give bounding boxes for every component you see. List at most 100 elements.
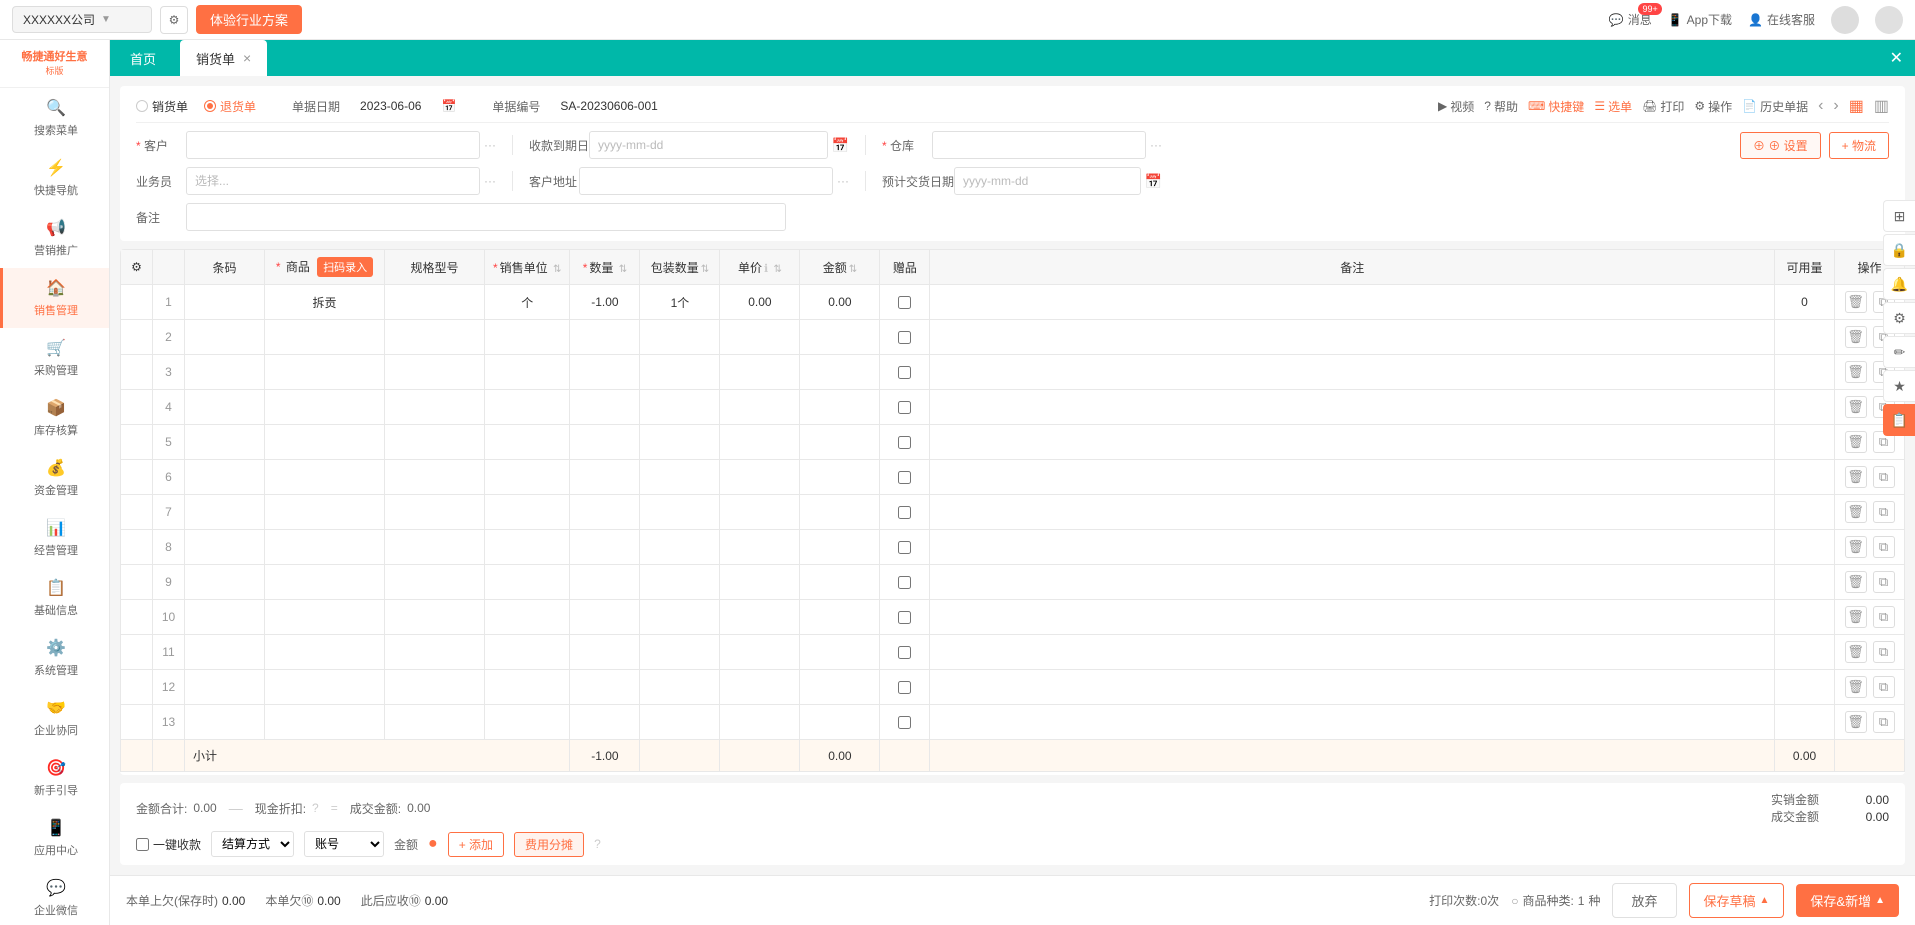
th-gear[interactable]: ⚙ bbox=[121, 250, 153, 285]
delete-row-btn[interactable]: 🗑 bbox=[1845, 536, 1867, 558]
message-button[interactable]: 💬 消息 99+ bbox=[1609, 11, 1652, 28]
customer-addr-input[interactable] bbox=[579, 167, 833, 195]
customer-input[interactable] bbox=[186, 131, 480, 159]
date-calendar-icon[interactable]: 📅 bbox=[441, 99, 456, 113]
trial-plan-button[interactable]: 体验行业方案 bbox=[196, 5, 302, 34]
settlement-select[interactable]: 结算方式 bbox=[211, 831, 294, 857]
sidebar-item-search[interactable]: 🔍 搜索菜单 bbox=[0, 88, 109, 148]
delete-row-btn[interactable]: 🗑 bbox=[1845, 676, 1867, 698]
grid-view-2-btn[interactable]: ▥ bbox=[1874, 96, 1889, 116]
td-gift-1[interactable] bbox=[880, 285, 930, 320]
td-remark-1[interactable] bbox=[930, 285, 1775, 320]
expected-date-calendar-icon[interactable]: 📅 bbox=[1145, 173, 1162, 190]
online-support-button[interactable]: 👤 在线客服 bbox=[1748, 11, 1815, 28]
settings-button[interactable]: ⊕ ⊕ 设置 bbox=[1740, 132, 1821, 159]
float-btn-1[interactable]: ⊞ bbox=[1883, 200, 1915, 232]
copy-row-btn[interactable]: ⧉ bbox=[1873, 676, 1895, 698]
cash-discount-help[interactable]: ? bbox=[312, 801, 319, 815]
copy-row-btn[interactable]: ⧉ bbox=[1873, 466, 1895, 488]
sidebar-item-operations[interactable]: 📊 经营管理 bbox=[0, 508, 109, 568]
td-pkg-1[interactable]: 1个 bbox=[640, 285, 720, 320]
save-draft-button[interactable]: 保存草稿 ▲ bbox=[1689, 883, 1785, 918]
td-unit-1[interactable]: 个 bbox=[485, 285, 570, 320]
sidebar-item-quick-nav[interactable]: ⚡ 快捷导航 bbox=[0, 148, 109, 208]
app-download-button[interactable]: 📱 App下载 bbox=[1668, 11, 1732, 28]
th-qty-sort[interactable]: ⇅ bbox=[619, 264, 627, 275]
radio-return-order[interactable]: 退货单 bbox=[204, 98, 256, 115]
warehouse-input[interactable]: 建材仓 bbox=[932, 131, 1146, 159]
float-btn-5[interactable]: ✏ bbox=[1883, 336, 1915, 368]
one-click-pay-check[interactable] bbox=[136, 838, 149, 851]
delete-row-btn[interactable]: 🗑 bbox=[1845, 606, 1867, 628]
tab-close-icon[interactable]: × bbox=[243, 51, 251, 65]
shortcut-action[interactable]: ⌨ 快捷键 bbox=[1528, 98, 1584, 115]
delete-row-btn[interactable]: 🗑 bbox=[1845, 396, 1867, 418]
sidebar-item-cooperation[interactable]: 🤝 企业协同 bbox=[0, 688, 109, 748]
copy-row-btn[interactable]: ⧉ bbox=[1873, 606, 1895, 628]
help-action[interactable]: ? 帮助 bbox=[1484, 98, 1518, 115]
th-price-sort[interactable]: ⇅ bbox=[773, 264, 781, 275]
company-selector[interactable]: XXXXXX公司 ▼ bbox=[12, 6, 152, 33]
copy-row-btn[interactable]: ⧉ bbox=[1873, 711, 1895, 733]
warehouse-dots-btn[interactable]: ··· bbox=[1150, 138, 1162, 152]
sidebar-item-guide[interactable]: 🎯 新手引导 bbox=[0, 748, 109, 808]
td-barcode-1[interactable] bbox=[185, 285, 265, 320]
tab-home[interactable]: 首页 bbox=[110, 40, 176, 76]
th-price-info[interactable]: ℹ bbox=[764, 263, 768, 275]
delete-row-btn[interactable]: 🗑 bbox=[1845, 466, 1867, 488]
receive-date-calendar-icon[interactable]: 📅 bbox=[832, 137, 849, 154]
copy-row-btn[interactable]: ⧉ bbox=[1873, 571, 1895, 593]
account-select[interactable]: 账号 bbox=[304, 831, 384, 857]
prev-btn[interactable]: ‹ bbox=[1818, 97, 1823, 115]
copy-row-btn[interactable]: ⧉ bbox=[1873, 536, 1895, 558]
remarks-input[interactable] bbox=[186, 203, 786, 231]
expense-split-button[interactable]: 费用分摊 bbox=[514, 832, 584, 857]
settings-gear-btn[interactable]: ⚙ bbox=[160, 6, 188, 34]
td-amount-1[interactable]: 0.00 bbox=[800, 285, 880, 320]
delete-row-btn[interactable]: 🗑 bbox=[1845, 571, 1867, 593]
th-pkg-sort[interactable]: ⇅ bbox=[701, 264, 709, 275]
float-btn-2[interactable]: 🔒 bbox=[1883, 234, 1915, 266]
float-btn-7[interactable]: 📋 bbox=[1883, 404, 1915, 436]
copy-row-btn[interactable]: ⧉ bbox=[1873, 641, 1895, 663]
td-price-1[interactable]: 0.00 bbox=[720, 285, 800, 320]
save-new-button[interactable]: 保存&新增 ▲ bbox=[1796, 884, 1899, 917]
one-click-pay-checkbox[interactable]: 一键收款 bbox=[136, 836, 201, 853]
delete-row-btn[interactable]: 🗑 bbox=[1845, 361, 1867, 383]
delete-row-btn[interactable]: 🗑 bbox=[1845, 431, 1867, 453]
discard-button[interactable]: 放弃 bbox=[1612, 883, 1676, 918]
user-avatar-2[interactable] bbox=[1875, 6, 1903, 34]
delete-row-1-btn[interactable]: 🗑 bbox=[1845, 291, 1867, 313]
sidebar-item-inventory[interactable]: 📦 库存核算 bbox=[0, 388, 109, 448]
history-action[interactable]: 📄 历史单据 bbox=[1742, 98, 1808, 115]
receive-date-input[interactable] bbox=[589, 131, 828, 159]
delete-row-btn[interactable]: 🗑 bbox=[1845, 641, 1867, 663]
select-action[interactable]: ☰ 选单 bbox=[1594, 98, 1632, 115]
radio-sales-order[interactable]: 销货单 bbox=[136, 98, 188, 115]
td-qty-1[interactable]: -1.00 bbox=[570, 285, 640, 320]
sidebar-item-basic[interactable]: 📋 基础信息 bbox=[0, 568, 109, 628]
window-close-btn[interactable]: ✕ bbox=[1886, 44, 1907, 72]
float-btn-6[interactable]: ★ bbox=[1883, 370, 1915, 402]
salesperson-input[interactable] bbox=[186, 167, 480, 195]
sidebar-item-system[interactable]: ⚙️ 系统管理 bbox=[0, 628, 109, 688]
sidebar-item-marketing[interactable]: 📢 营销推广 bbox=[0, 208, 109, 268]
sidebar-item-sales[interactable]: 🏠 销售管理 bbox=[0, 268, 109, 328]
customer-addr-dots-btn[interactable]: ··· bbox=[837, 174, 849, 188]
salesperson-dots-btn[interactable]: ··· bbox=[484, 174, 496, 188]
float-btn-4[interactable]: ⚙ bbox=[1883, 302, 1915, 334]
float-btn-3[interactable]: 🔔 bbox=[1883, 268, 1915, 300]
expected-date-input[interactable] bbox=[954, 167, 1141, 195]
td-product-1[interactable]: 拆贡 bbox=[265, 285, 385, 320]
tab-sales-order[interactable]: 销货单 × bbox=[180, 40, 267, 76]
grid-view-1-btn[interactable]: ▦ bbox=[1849, 96, 1864, 116]
sidebar-item-finance[interactable]: 💰 资金管理 bbox=[0, 448, 109, 508]
customer-dots-btn[interactable]: ··· bbox=[484, 138, 496, 152]
delete-row-btn[interactable]: 🗑 bbox=[1845, 711, 1867, 733]
video-action[interactable]: ▶ 视频 bbox=[1438, 98, 1474, 115]
sidebar-item-purchase[interactable]: 🛒 采购管理 bbox=[0, 328, 109, 388]
expense-help-icon[interactable]: ? bbox=[594, 837, 601, 851]
user-avatar[interactable] bbox=[1831, 6, 1859, 34]
delete-row-btn[interactable]: 🗑 bbox=[1845, 326, 1867, 348]
operation-action[interactable]: ⚙ 操作 bbox=[1694, 98, 1732, 115]
